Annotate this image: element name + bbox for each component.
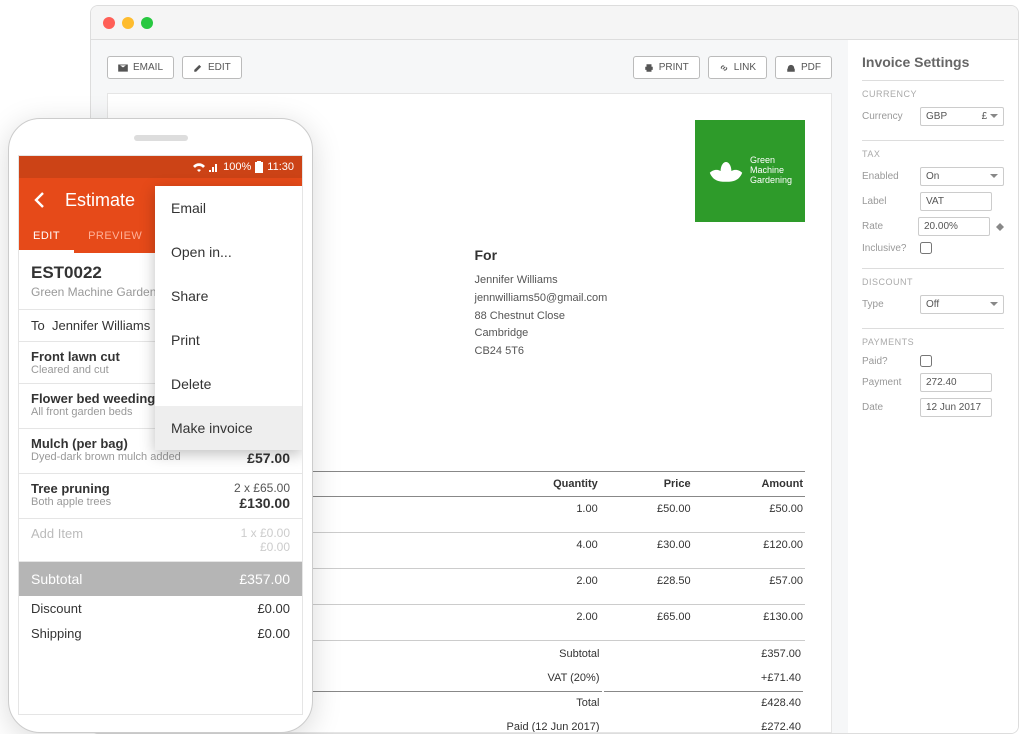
- phone-screen: 100% 11:30 Estimate EDIT PREVIEW EST0022…: [18, 155, 303, 715]
- phone-speaker: [134, 135, 188, 141]
- menu-share[interactable]: Share: [155, 274, 302, 318]
- menu-print[interactable]: Print: [155, 318, 302, 362]
- back-icon[interactable]: [31, 190, 51, 210]
- leaf-icon: [708, 156, 744, 186]
- battery-icon: [255, 161, 263, 173]
- close-dot[interactable]: [103, 17, 115, 29]
- settings-title: Invoice Settings: [862, 54, 1004, 70]
- subtotal-row: Subtotal£357.00: [19, 562, 302, 596]
- edit-button[interactable]: EDIT: [182, 56, 242, 79]
- minimize-dot[interactable]: [122, 17, 134, 29]
- chevron-down-icon: [990, 174, 998, 179]
- app-title: Estimate: [65, 190, 135, 211]
- rate-stepper[interactable]: [996, 222, 1004, 232]
- tab-preview[interactable]: PREVIEW: [74, 222, 156, 253]
- context-menu: Email Open in... Share Print Delete Make…: [155, 186, 302, 450]
- paid-checkbox[interactable]: [920, 355, 932, 367]
- settings-sidebar: Invoice Settings CURRENCY CurrencyGBP£ T…: [848, 40, 1018, 733]
- add-item-row[interactable]: Add Item1 x £0.00£0.00: [19, 519, 302, 562]
- chevron-down-icon: [990, 114, 998, 119]
- for-address: For Jennifer Williams jennwilliams50@gma…: [475, 244, 806, 360]
- tax-rate-input[interactable]: [918, 217, 990, 236]
- toolbar: EMAIL EDIT PRINT LINK PDF: [107, 56, 832, 79]
- link-button[interactable]: LINK: [708, 56, 767, 79]
- currency-select[interactable]: GBP£: [920, 107, 1004, 126]
- pdf-button[interactable]: PDF: [775, 56, 832, 79]
- inclusive-checkbox[interactable]: [920, 242, 932, 254]
- payment-input[interactable]: [920, 373, 992, 392]
- print-button[interactable]: PRINT: [633, 56, 700, 79]
- tax-label-input[interactable]: [920, 192, 992, 211]
- browser-chrome: [91, 6, 1018, 40]
- tab-edit[interactable]: EDIT: [19, 222, 74, 253]
- menu-make-invoice[interactable]: Make invoice: [155, 406, 302, 450]
- chevron-down-icon: [990, 302, 998, 307]
- list-item[interactable]: Tree pruningBoth apple trees2 x £65.00£1…: [19, 474, 302, 519]
- signal-icon: [209, 162, 219, 172]
- wifi-icon: [193, 162, 205, 172]
- phone-frame: 100% 11:30 Estimate EDIT PREVIEW EST0022…: [8, 118, 313, 733]
- email-button[interactable]: EMAIL: [107, 56, 174, 79]
- status-bar: 100% 11:30: [19, 156, 302, 178]
- menu-open-in[interactable]: Open in...: [155, 230, 302, 274]
- menu-delete[interactable]: Delete: [155, 362, 302, 406]
- discount-row: Discount£0.00: [19, 596, 302, 621]
- shipping-row: Shipping£0.00: [19, 621, 302, 646]
- payment-date-input[interactable]: [920, 398, 992, 417]
- discount-type-select[interactable]: Off: [920, 295, 1004, 314]
- menu-email[interactable]: Email: [155, 186, 302, 230]
- tax-enabled-select[interactable]: On: [920, 167, 1004, 186]
- maximize-dot[interactable]: [141, 17, 153, 29]
- company-logo: GreenMachineGardening: [695, 120, 805, 222]
